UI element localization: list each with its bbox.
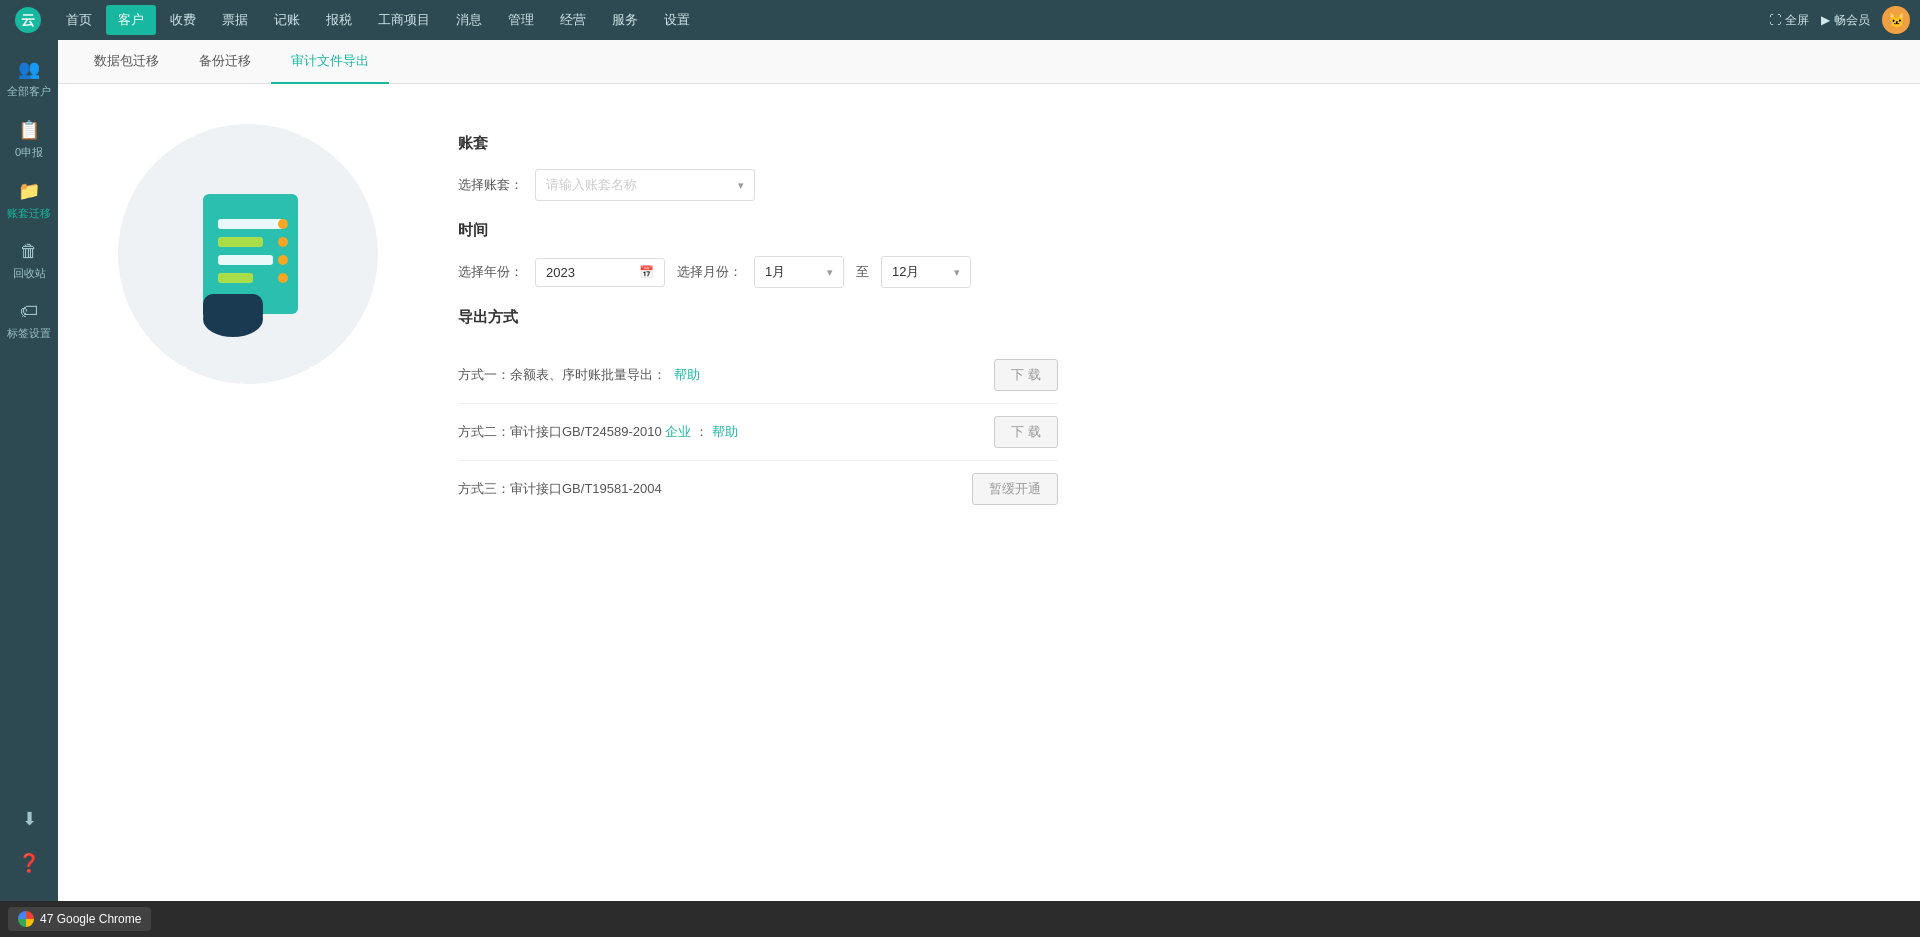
year-label: 选择年份： xyxy=(458,263,523,281)
to-label: 至 xyxy=(856,263,869,281)
account-select-label: 选择账套： xyxy=(458,176,523,194)
sidebar-item-all-customers[interactable]: 👥 全部客户 xyxy=(3,50,55,107)
tab-data-migration[interactable]: 数据包迁移 xyxy=(74,40,179,84)
taskbar-chrome-label: 47 Google Chrome xyxy=(40,912,141,926)
export-method-1-help-link[interactable]: 帮助 xyxy=(674,367,700,382)
taskbar: 47 Google Chrome xyxy=(0,901,1920,937)
sidebar-item-account-migration[interactable]: 📁 账套迁移 xyxy=(3,172,55,229)
vip-button[interactable]: ▶ 畅会员 xyxy=(1821,12,1870,29)
account-select-row: 选择账套： 请输入账套名称 ▾ xyxy=(458,169,1058,201)
export-method-1-label: 方式一：余额表、序时账批量导出： 帮助 xyxy=(458,366,984,384)
main-content: 账套 选择账套： 请输入账套名称 ▾ 时间 选择年份： 2023 📅 xyxy=(58,84,1920,901)
chrome-icon xyxy=(18,911,34,927)
sidebar-item-recycle[interactable]: 🗑 回收站 xyxy=(3,233,55,289)
sidebar: 👥 全部客户 📋 0申报 📁 账套迁移 🗑 回收站 🏷 标签设置 ⬇ ❓ xyxy=(0,40,58,901)
nav-services[interactable]: 服务 xyxy=(600,5,650,35)
nav-tax[interactable]: 报税 xyxy=(314,5,364,35)
export-method-3-text: 方式三：审计接口GB/T19581-2004 xyxy=(458,481,662,496)
account-select-placeholder: 请输入账套名称 xyxy=(546,176,637,194)
svg-rect-12 xyxy=(203,294,263,324)
month-start-value: 1月 xyxy=(765,263,785,281)
sidebar-item-zero-report[interactable]: 📋 0申报 xyxy=(3,111,55,168)
export-section-title: 导出方式 xyxy=(458,308,1058,327)
month-start-chevron-icon: ▾ xyxy=(827,266,833,279)
sidebar-help-icon[interactable]: ❓ xyxy=(11,845,47,881)
user-avatar[interactable]: 🐱 xyxy=(1882,6,1910,34)
tab-audit-export[interactable]: 审计文件导出 xyxy=(271,40,389,84)
svg-rect-3 xyxy=(218,219,283,229)
account-section-title: 账套 xyxy=(458,134,1058,153)
export-method-2-company-link[interactable]: 企业 xyxy=(665,424,691,439)
export-method-3-label: 方式三：审计接口GB/T19581-2004 xyxy=(458,480,962,498)
calendar-icon: 📅 xyxy=(639,265,654,279)
account-migration-icon: 📁 xyxy=(18,180,40,202)
nav-billing[interactable]: 收费 xyxy=(158,5,208,35)
nav-management[interactable]: 管理 xyxy=(496,5,546,35)
nav-customers[interactable]: 客户 xyxy=(106,5,156,35)
export-method-2-label: 方式二：审计接口GB/T24589-2010 企业 ：帮助 xyxy=(458,423,984,441)
svg-rect-6 xyxy=(218,273,253,283)
recycle-icon: 🗑 xyxy=(20,241,38,262)
all-customers-icon: 👥 xyxy=(18,58,40,80)
app-logo: 云 xyxy=(10,2,46,38)
export-method-3-unlock-button[interactable]: 暂缓开通 xyxy=(972,473,1058,505)
form-area: 账套 选择账套： 请输入账套名称 ▾ 时间 选择年份： 2023 📅 xyxy=(458,124,1058,517)
account-select-chevron-icon: ▾ xyxy=(738,179,744,192)
illustration-circle xyxy=(118,124,378,384)
export-method-1: 方式一：余额表、序时账批量导出： 帮助 下 载 xyxy=(458,347,1058,404)
taskbar-chrome-item[interactable]: 47 Google Chrome xyxy=(8,907,151,931)
fullscreen-button[interactable]: ⛶ 全屏 xyxy=(1769,12,1809,29)
month-end-value: 12月 xyxy=(892,263,919,281)
top-nav-right: ⛶ 全屏 ▶ 畅会员 🐱 xyxy=(1769,6,1910,34)
vip-icon: ▶ xyxy=(1821,13,1830,27)
export-method-2-download-button[interactable]: 下 载 xyxy=(994,416,1058,448)
label-settings-icon: 🏷 xyxy=(20,301,38,322)
content-area: 数据包迁移 备份迁移 审计文件导出 xyxy=(58,40,1920,901)
main-layout: 👥 全部客户 📋 0申报 📁 账套迁移 🗑 回收站 🏷 标签设置 ⬇ ❓ 数据包… xyxy=(0,40,1920,901)
account-select-dropdown[interactable]: 请输入账套名称 ▾ xyxy=(535,169,755,201)
export-method-2-help-link[interactable]: 帮助 xyxy=(712,424,738,439)
nav-invoices[interactable]: 票据 xyxy=(210,5,260,35)
month-start-select[interactable]: 1月 ▾ xyxy=(754,256,844,288)
year-value: 2023 xyxy=(546,265,575,280)
illustration-svg xyxy=(168,164,328,344)
svg-point-10 xyxy=(278,273,288,283)
month-end-chevron-icon: ▾ xyxy=(954,266,960,279)
export-method-2-text: 方式二：审计接口GB/T24589-2010 xyxy=(458,424,662,439)
svg-point-9 xyxy=(278,255,288,265)
nav-home[interactable]: 首页 xyxy=(54,5,104,35)
nav-business[interactable]: 工商项目 xyxy=(366,5,442,35)
zero-report-icon: 📋 xyxy=(18,119,40,141)
export-method-1-download-button[interactable]: 下 载 xyxy=(994,359,1058,391)
svg-rect-5 xyxy=(218,255,273,265)
tab-backup-migration[interactable]: 备份迁移 xyxy=(179,40,271,84)
export-method-3: 方式三：审计接口GB/T19581-2004 暂缓开通 xyxy=(458,461,1058,517)
export-methods: 方式一：余额表、序时账批量导出： 帮助 下 载 方式二：审计接口GB/T2458… xyxy=(458,347,1058,517)
nav-messages[interactable]: 消息 xyxy=(444,5,494,35)
tabs-bar: 数据包迁移 备份迁移 审计文件导出 xyxy=(58,40,1920,84)
svg-text:云: 云 xyxy=(21,12,35,28)
svg-point-8 xyxy=(278,237,288,247)
top-navigation: 云 首页 客户 收费 票据 记账 报税 工商项目 消息 管理 经营 服务 设置 … xyxy=(0,0,1920,40)
month-label: 选择月份： xyxy=(677,263,742,281)
svg-rect-4 xyxy=(218,237,263,247)
sidebar-download-icon[interactable]: ⬇ xyxy=(11,801,47,837)
time-select-row: 选择年份： 2023 📅 选择月份： 1月 ▾ 至 12月 ▾ xyxy=(458,256,1058,288)
month-end-select[interactable]: 12月 ▾ xyxy=(881,256,971,288)
export-method-2: 方式二：审计接口GB/T24589-2010 企业 ：帮助 下 载 xyxy=(458,404,1058,461)
nav-menu: 首页 客户 收费 票据 记账 报税 工商项目 消息 管理 经营 服务 设置 xyxy=(54,5,1769,35)
export-method-1-text: 方式一：余额表、序时账批量导出： xyxy=(458,367,666,382)
sidebar-item-label-settings[interactable]: 🏷 标签设置 xyxy=(3,293,55,349)
time-section-title: 时间 xyxy=(458,221,1058,240)
nav-settings[interactable]: 设置 xyxy=(652,5,702,35)
svg-point-7 xyxy=(278,219,288,229)
nav-accounting[interactable]: 记账 xyxy=(262,5,312,35)
illustration-area xyxy=(118,124,378,384)
fullscreen-icon: ⛶ xyxy=(1769,13,1781,27)
year-input[interactable]: 2023 📅 xyxy=(535,258,665,287)
sidebar-bottom: ⬇ ❓ xyxy=(11,801,47,891)
nav-operations[interactable]: 经营 xyxy=(548,5,598,35)
